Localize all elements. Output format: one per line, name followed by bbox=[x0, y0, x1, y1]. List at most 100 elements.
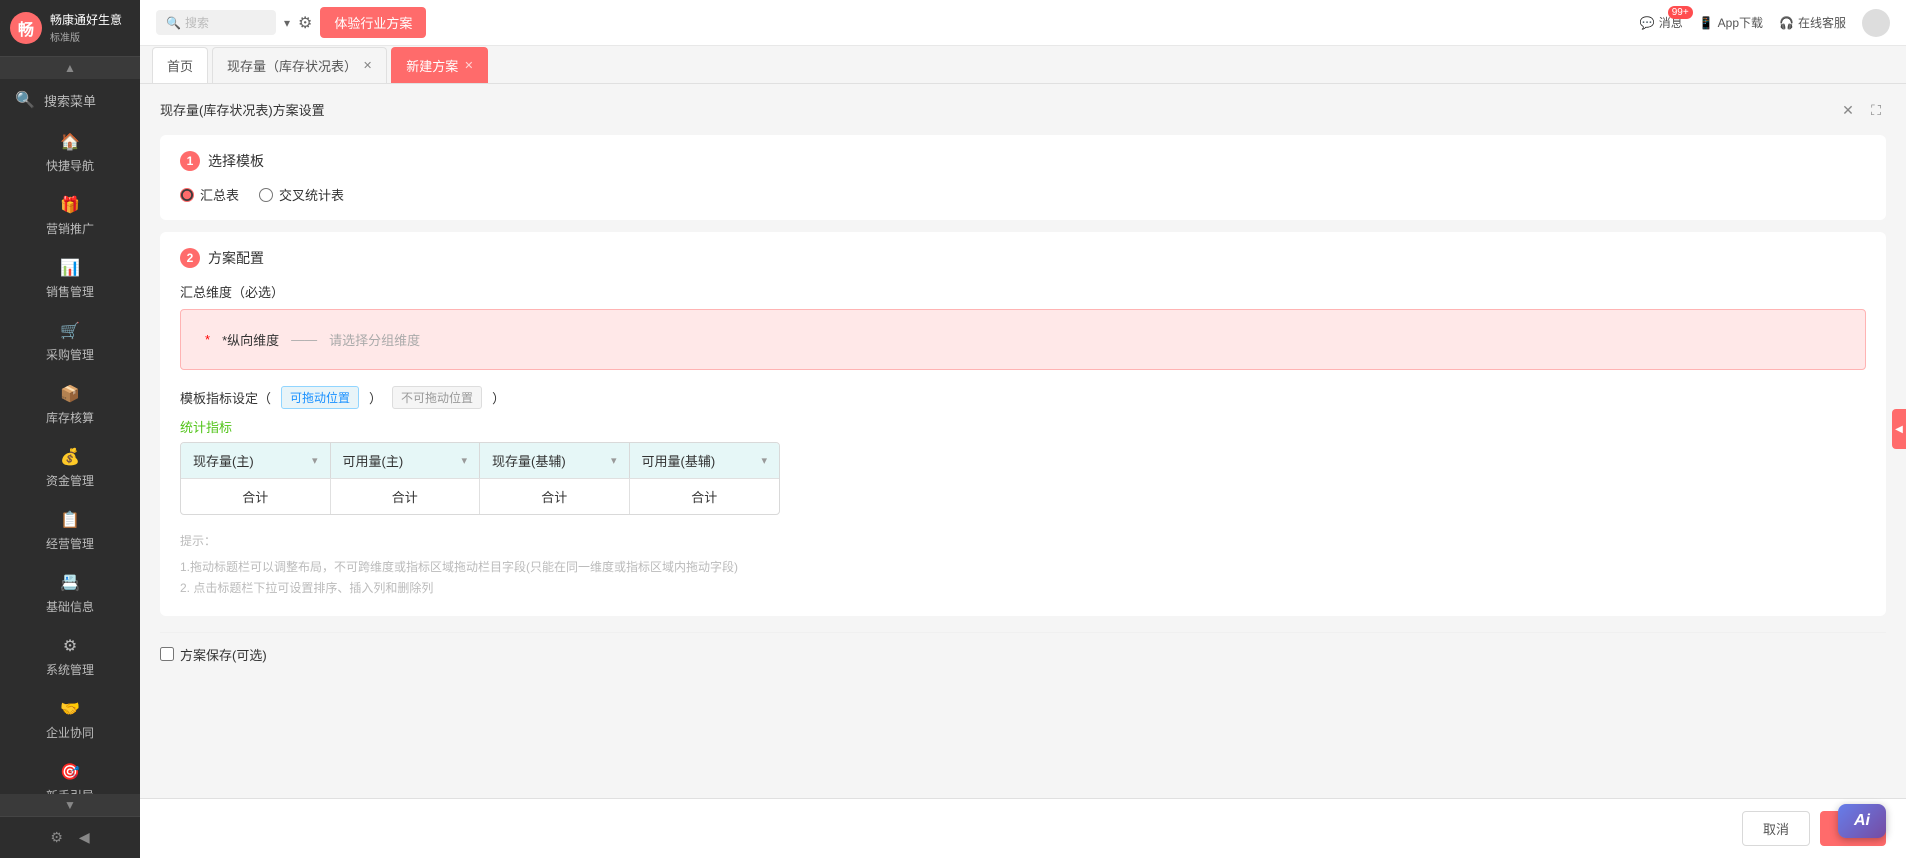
right-edge-expand[interactable]: ◀ bbox=[1892, 409, 1906, 449]
inventory-icon: 📦 bbox=[59, 383, 81, 405]
basic-info-icon: 📇 bbox=[59, 572, 81, 594]
app-version: 标准版 bbox=[50, 29, 122, 44]
topbar-gear-button[interactable]: ⚙ bbox=[298, 13, 312, 33]
sidebar-scroll-down[interactable]: ▼ bbox=[0, 794, 140, 816]
sidebar-item-new-guide[interactable]: 🎯 新手引导 bbox=[0, 751, 140, 794]
app-name: 畅康通好生意 bbox=[50, 12, 122, 29]
sidebar-item-label: 快捷导航 bbox=[46, 157, 94, 174]
sidebar-item-label: 资金管理 bbox=[46, 472, 94, 489]
save-label: 方案保存(可选) bbox=[180, 645, 267, 664]
save-checkbox[interactable] bbox=[160, 647, 174, 661]
col-cell-3: 合计 bbox=[630, 479, 780, 514]
section1-title: 选择模板 bbox=[208, 151, 264, 171]
radio-summary-label: 汇总表 bbox=[200, 185, 239, 204]
section2-title: 方案配置 bbox=[208, 248, 264, 268]
sidebar-item-sales[interactable]: 📊 销售管理 bbox=[0, 247, 140, 310]
col-header-2[interactable]: 现存量(基辅) ▾ bbox=[480, 443, 630, 478]
sidebar-bottom: ⚙ ◀ bbox=[0, 816, 140, 858]
col-header-0[interactable]: 现存量(主) ▾ bbox=[181, 443, 331, 478]
logo-icon: 畅 bbox=[10, 12, 42, 44]
settings-btn[interactable]: ⚙ bbox=[46, 825, 67, 850]
section1-badge: 1 bbox=[180, 151, 200, 171]
topbar-search-box[interactable]: 🔍 搜索 bbox=[156, 10, 276, 35]
topbar-dropdown[interactable]: ▾ bbox=[284, 16, 290, 30]
radio-summary-input[interactable] bbox=[180, 188, 194, 202]
marketing-icon: 🎁 bbox=[59, 194, 81, 216]
purchase-icon: 🛒 bbox=[59, 320, 81, 342]
sidebar-item-basic-info[interactable]: 📇 基础信息 bbox=[0, 562, 140, 625]
tab-new-plan-close[interactable]: ✕ bbox=[464, 59, 473, 72]
user-avatar[interactable] bbox=[1862, 9, 1890, 37]
cancel-button[interactable]: 取消 bbox=[1742, 811, 1810, 846]
stats-table-header: 现存量(主) ▾ 可用量(主) ▾ 现存量(基辅) ▾ 可用量(基辅) bbox=[181, 443, 779, 478]
sidebar-item-system[interactable]: ⚙ 系统管理 bbox=[0, 625, 140, 688]
col-label-1: 可用量(主) bbox=[343, 451, 404, 470]
sidebar-item-finance[interactable]: 💰 资金管理 bbox=[0, 436, 140, 499]
radio-cross-input[interactable] bbox=[259, 188, 273, 202]
radio-cross[interactable]: 交叉统计表 bbox=[259, 185, 344, 204]
radio-summary[interactable]: 汇总表 bbox=[180, 185, 239, 204]
indicator-close-paren: ） bbox=[492, 388, 505, 407]
sidebar-item-purchase[interactable]: 🛒 采购管理 bbox=[0, 310, 140, 373]
tips-section: 提示： 1.拖动标题栏可以调整布局，不可跨维度或指标区域拖动栏目字段(只能在同一… bbox=[180, 531, 1866, 600]
section2-header: 2 方案配置 bbox=[180, 248, 1866, 268]
search-text: 搜索 bbox=[185, 14, 209, 31]
section2-badge: 2 bbox=[180, 248, 200, 268]
sidebar-item-enterprise[interactable]: 🤝 企业协同 bbox=[0, 688, 140, 751]
sidebar-item-label: 采购管理 bbox=[46, 346, 94, 363]
headset-icon: 🎧 bbox=[1779, 16, 1794, 30]
close-button[interactable]: ✕ bbox=[1838, 100, 1858, 120]
online-service-button[interactable]: 🎧 在线客服 bbox=[1779, 14, 1846, 31]
message-button[interactable]: 💬 消息 99+ bbox=[1640, 14, 1683, 31]
col-header-1[interactable]: 可用量(主) ▾ bbox=[331, 443, 481, 478]
sidebar-item-quick-nav[interactable]: 🏠 快捷导航 bbox=[0, 121, 140, 184]
col-header-3[interactable]: 可用量(基辅) ▾ bbox=[630, 443, 780, 478]
col-cell-0: 合计 bbox=[181, 479, 331, 514]
sidebar: 畅 畅康通好生意 标准版 ▲ 🔍 搜索菜单 🏠 快捷导航 🎁 营销推广 📊 销售… bbox=[0, 0, 140, 858]
sidebar-item-inventory[interactable]: 📦 库存核算 bbox=[0, 373, 140, 436]
enterprise-icon: 🤝 bbox=[59, 698, 81, 720]
tab-inventory-label: 现存量（库存状况表） bbox=[227, 56, 357, 75]
system-icon: ⚙ bbox=[59, 635, 81, 657]
experience-button[interactable]: 体验行业方案 bbox=[320, 7, 426, 38]
col-cell-1: 合计 bbox=[331, 479, 481, 514]
tip-2: 2. 点击标题栏下拉可设置排序、插入列和删除列 bbox=[180, 578, 1866, 600]
col-label-0: 现存量(主) bbox=[193, 451, 254, 470]
tab-new-plan-label: 新建方案 bbox=[406, 56, 458, 75]
app-download-button[interactable]: 📱 App下载 bbox=[1699, 14, 1763, 31]
sidebar-item-marketing[interactable]: 🎁 营销推广 bbox=[0, 184, 140, 247]
tab-inventory[interactable]: 现存量（库存状况表） ✕ bbox=[212, 47, 387, 83]
sidebar-scroll-up[interactable]: ▲ bbox=[0, 57, 140, 79]
tab-home[interactable]: 首页 bbox=[152, 47, 208, 83]
template-radio-group: 汇总表 交叉统计表 bbox=[180, 185, 1866, 204]
col-label-2: 现存量(基辅) bbox=[492, 451, 566, 470]
expand-button[interactable]: ⛶ bbox=[1866, 100, 1886, 120]
chevron-down-icon: ▾ bbox=[284, 16, 290, 30]
dimension-box[interactable]: * *纵向维度 —— 请选择分组维度 bbox=[180, 309, 1866, 370]
col-cell-2: 合计 bbox=[480, 479, 630, 514]
header-actions: ✕ ⛶ bbox=[1838, 100, 1886, 120]
content-area: 现存量(库存状况表)方案设置 ✕ ⛶ 1 选择模板 汇总表 交叉统计表 bbox=[140, 84, 1906, 798]
search-icon: 🔍 bbox=[166, 16, 181, 30]
message-icon: 💬 bbox=[1640, 16, 1655, 30]
vertical-dim-label: *纵向维度 bbox=[222, 330, 279, 349]
sales-icon: 📊 bbox=[59, 257, 81, 279]
sidebar-item-management[interactable]: 📋 经营管理 bbox=[0, 499, 140, 562]
chevron-down-icon-0: ▾ bbox=[312, 454, 318, 467]
sidebar-nav: 🏠 快捷导航 🎁 营销推广 📊 销售管理 🛒 采购管理 📦 库存核算 💰 资金管… bbox=[0, 121, 140, 794]
chevron-down-icon-1: ▾ bbox=[461, 454, 467, 467]
tip-1-text: 1.拖动标题栏可以调整布局，不可跨维度或指标区域拖动栏目字段(只能在同一维度或指… bbox=[180, 557, 738, 579]
ai-float-button[interactable]: Ai bbox=[1838, 804, 1886, 838]
indicator-section: 模板指标设定（ 可拖动位置 ） 不可拖动位置 ） 统计指标 现存量(主) ▾ bbox=[180, 386, 1866, 515]
collapse-btn[interactable]: ◀ bbox=[75, 825, 94, 850]
tab-new-plan[interactable]: 新建方案 ✕ bbox=[391, 47, 488, 83]
section1-header: 1 选择模板 bbox=[180, 151, 1866, 171]
template-selection-card: 1 选择模板 汇总表 交叉统计表 bbox=[160, 135, 1886, 220]
sidebar-item-label: 销售管理 bbox=[46, 283, 94, 300]
search-icon: 🔍 bbox=[14, 89, 36, 111]
sidebar-search-menu[interactable]: 🔍 搜索菜单 bbox=[0, 79, 140, 121]
topbar-right: 💬 消息 99+ 📱 App下载 🎧 在线客服 bbox=[1640, 9, 1890, 37]
save-row: 方案保存(可选) bbox=[160, 632, 1886, 664]
stats-title: 统计指标 bbox=[180, 417, 1866, 436]
tab-inventory-close[interactable]: ✕ bbox=[363, 59, 372, 72]
